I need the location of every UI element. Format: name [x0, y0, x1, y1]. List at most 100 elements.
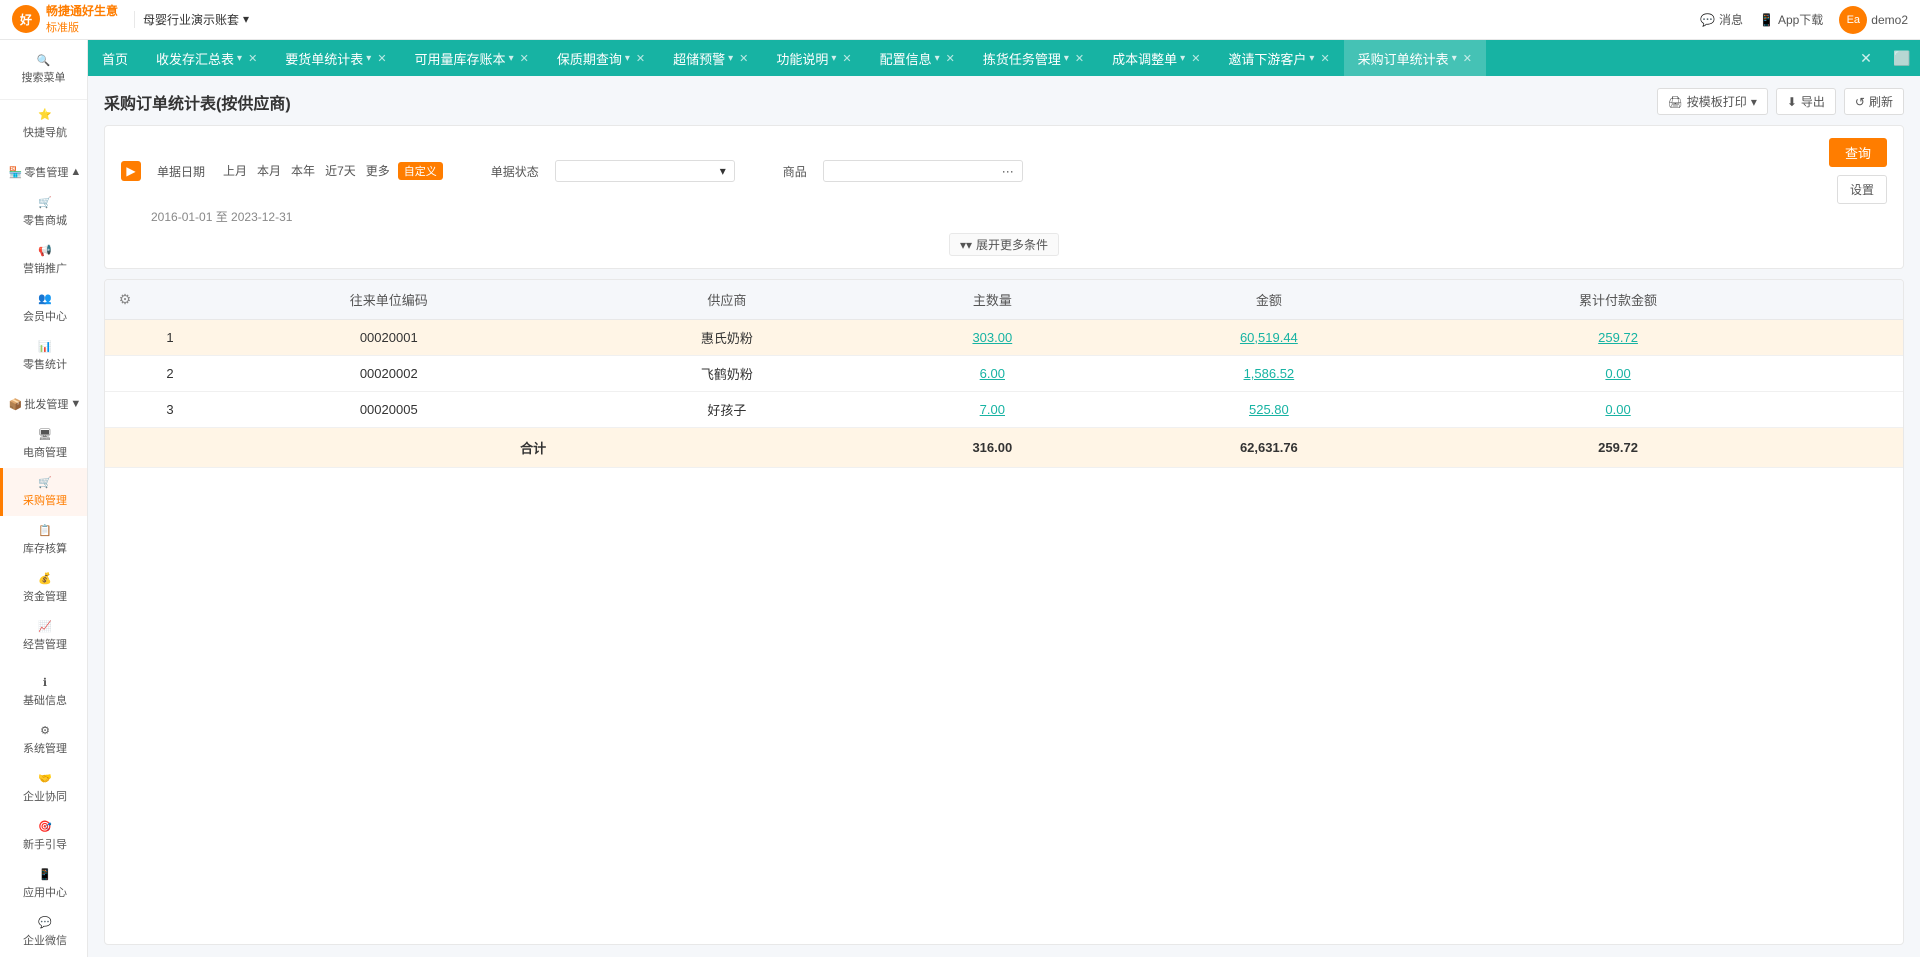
td-qty-2[interactable]: 6.00: [871, 356, 1113, 392]
table-row[interactable]: 1 00020001 惠氏奶粉 303.00 60,519.44 259.72: [105, 320, 1903, 356]
sidebar-item-collab[interactable]: 🤝 企业协同: [0, 764, 87, 812]
paid-link-2[interactable]: 0.00: [1605, 366, 1630, 381]
nav-label-5: 功能说明: [776, 49, 828, 68]
amount-link-1[interactable]: 60,519.44: [1240, 330, 1298, 345]
td-settings-1: [105, 320, 145, 356]
sidebar-item-retail-mall[interactable]: 🛒 零售商城: [0, 188, 87, 236]
shortcut-more[interactable]: 更多: [364, 162, 392, 180]
shortcut-last-month[interactable]: 上月: [221, 162, 249, 180]
table-row[interactable]: 3 00020005 好孩子 7.00 525.80 0.00: [105, 392, 1903, 428]
sidebar-item-operations[interactable]: 📈 经营管理: [0, 612, 87, 660]
td-qty-3[interactable]: 7.00: [871, 392, 1113, 428]
nav-close-7[interactable]: ✕: [1075, 52, 1084, 65]
workspace-selector[interactable]: 母婴行业演示账套 ▾: [134, 11, 257, 28]
qty-link-1[interactable]: 303.00: [972, 330, 1012, 345]
nav-item-0[interactable]: 收发存汇总表 ▾ ✕: [142, 40, 271, 76]
shortcut-7days[interactable]: 近7天: [323, 162, 358, 180]
print-btn[interactable]: 🖨 按模板打印 ▾: [1657, 88, 1768, 115]
nav-arrow-6: ▾: [935, 53, 940, 64]
nav-item-6[interactable]: 配置信息 ▾ ✕: [866, 40, 969, 76]
wholesale-arrow-icon: ▼: [70, 398, 81, 410]
system-label: 系统管理: [23, 740, 67, 756]
sidebar-item-newuser[interactable]: 🎯 新手引导: [0, 812, 87, 860]
nav-item-3[interactable]: 保质期查询 ▾ ✕: [543, 40, 659, 76]
logo-area: 好 畅捷通好生意 标准版: [12, 4, 118, 34]
qty-link-2[interactable]: 6.00: [980, 366, 1005, 381]
settings-btn[interactable]: 设置: [1837, 175, 1887, 204]
nav-item-8[interactable]: 成本调整单 ▾ ✕: [1098, 40, 1214, 76]
app-download-btn[interactable]: 📱 App下载: [1759, 11, 1823, 28]
sidebar-item-wechat[interactable]: 💬 企业微信: [0, 908, 87, 956]
logo-text: 畅捷通好生意: [46, 4, 118, 18]
nav-close-1[interactable]: ✕: [377, 52, 386, 65]
sidebar-item-marketing[interactable]: 📢 营销推广: [0, 236, 87, 284]
export-btn[interactable]: ⬇ 导出: [1776, 88, 1836, 115]
operations-label: 经营管理: [23, 636, 67, 652]
status-select[interactable]: ▾: [555, 160, 735, 182]
refresh-btn[interactable]: ↺ 刷新: [1844, 88, 1904, 115]
nav-close-6[interactable]: ✕: [946, 52, 955, 65]
retail-stats-icon: 📊: [38, 340, 52, 353]
nav-close-0[interactable]: ✕: [248, 52, 257, 65]
nav-close-3[interactable]: ✕: [636, 52, 645, 65]
nav-maximize-btn[interactable]: ⬜: [1884, 40, 1920, 76]
sidebar-item-appcenter[interactable]: 📱 应用中心: [0, 860, 87, 908]
nav-close-8[interactable]: ✕: [1191, 52, 1200, 65]
td-paid-2[interactable]: 0.00: [1424, 356, 1812, 392]
message-btn[interactable]: 💬 消息: [1700, 11, 1743, 28]
column-settings-icon[interactable]: ⚙: [119, 291, 132, 307]
sidebar-item-ecommerce[interactable]: 🖥 电商管理: [0, 420, 87, 468]
sidebar-item-basic-info[interactable]: ℹ 基础信息: [0, 668, 87, 716]
paid-link-3[interactable]: 0.00: [1605, 402, 1630, 417]
filter-toggle-btn[interactable]: ▶: [121, 161, 141, 181]
nav-item-4[interactable]: 超储预警 ▾ ✕: [659, 40, 762, 76]
nav-item-10[interactable]: 采购订单统计表 ▾ ✕: [1344, 40, 1486, 76]
nav-close-4[interactable]: ✕: [739, 52, 748, 65]
sidebar-item-wholesale[interactable]: 📦 批发管理 ▼: [0, 388, 87, 420]
td-amount-2[interactable]: 1,586.52: [1113, 356, 1424, 392]
nav-close-2[interactable]: ✕: [520, 52, 529, 65]
nav-item-5[interactable]: 功能说明 ▾ ✕: [762, 40, 865, 76]
td-qty-1[interactable]: 303.00: [871, 320, 1113, 356]
nav-item-9[interactable]: 邀请下游客户 ▾ ✕: [1214, 40, 1343, 76]
sidebar-item-system[interactable]: ⚙ 系统管理: [0, 716, 87, 764]
td-amount-1[interactable]: 60,519.44: [1113, 320, 1424, 356]
nav-item-1[interactable]: 要货单统计表 ▾ ✕: [271, 40, 400, 76]
sidebar-item-member[interactable]: 👥 会员中心: [0, 284, 87, 332]
amount-link-2[interactable]: 1,586.52: [1244, 366, 1295, 381]
td-paid-1[interactable]: 259.72: [1424, 320, 1812, 356]
nav-close-all-btn[interactable]: ✕: [1848, 40, 1884, 76]
nav-label-6: 配置信息: [880, 49, 932, 68]
refresh-label: 刷新: [1869, 93, 1893, 110]
amount-link-3[interactable]: 525.80: [1249, 402, 1289, 417]
sidebar-item-inventory[interactable]: 📋 库存核算: [0, 516, 87, 564]
nav-close-5[interactable]: ✕: [842, 52, 851, 65]
logo-subtitle: 标准版: [46, 19, 118, 35]
tf-label: 合计: [195, 428, 871, 468]
collab-label: 企业协同: [23, 788, 67, 804]
nav-item-2[interactable]: 可用量库存账本 ▾ ✕: [401, 40, 543, 76]
sidebar-item-retail-mgmt[interactable]: 🏪 零售管理 ▲: [0, 156, 87, 188]
nav-close-9[interactable]: ✕: [1320, 52, 1329, 65]
shortcut-this-month[interactable]: 本月: [255, 162, 283, 180]
user-area[interactable]: Ea demo2: [1839, 6, 1908, 34]
goods-input[interactable]: ···: [823, 160, 1023, 182]
sidebar-item-finance[interactable]: 💰 资金管理: [0, 564, 87, 612]
sidebar-item-purchase[interactable]: 🛒 采购管理: [0, 468, 87, 516]
nav-home[interactable]: 首页: [88, 40, 142, 76]
qty-link-3[interactable]: 7.00: [980, 402, 1005, 417]
expand-conditions-btn[interactable]: ▾▾ 展开更多条件: [949, 233, 1059, 256]
td-amount-3[interactable]: 525.80: [1113, 392, 1424, 428]
paid-link-1[interactable]: 259.72: [1598, 330, 1638, 345]
sidebar-item-quicknav[interactable]: ⭐ 快捷导航: [0, 100, 87, 148]
custom-date-badge[interactable]: 自定义: [398, 162, 443, 180]
nav-item-7[interactable]: 拣货任务管理 ▾ ✕: [969, 40, 1098, 76]
td-paid-3[interactable]: 0.00: [1424, 392, 1812, 428]
shortcut-this-year[interactable]: 本年: [289, 162, 317, 180]
th-settings[interactable]: ⚙: [105, 280, 145, 320]
sidebar-item-retail-stats[interactable]: 📊 零售统计: [0, 332, 87, 380]
nav-close-10[interactable]: ✕: [1463, 52, 1472, 65]
table-row[interactable]: 2 00020002 飞鹤奶粉 6.00 1,586.52 0.00: [105, 356, 1903, 392]
search-menu-btn[interactable]: 🔍 搜索菜单: [6, 48, 81, 91]
query-btn[interactable]: 查询: [1829, 138, 1887, 167]
